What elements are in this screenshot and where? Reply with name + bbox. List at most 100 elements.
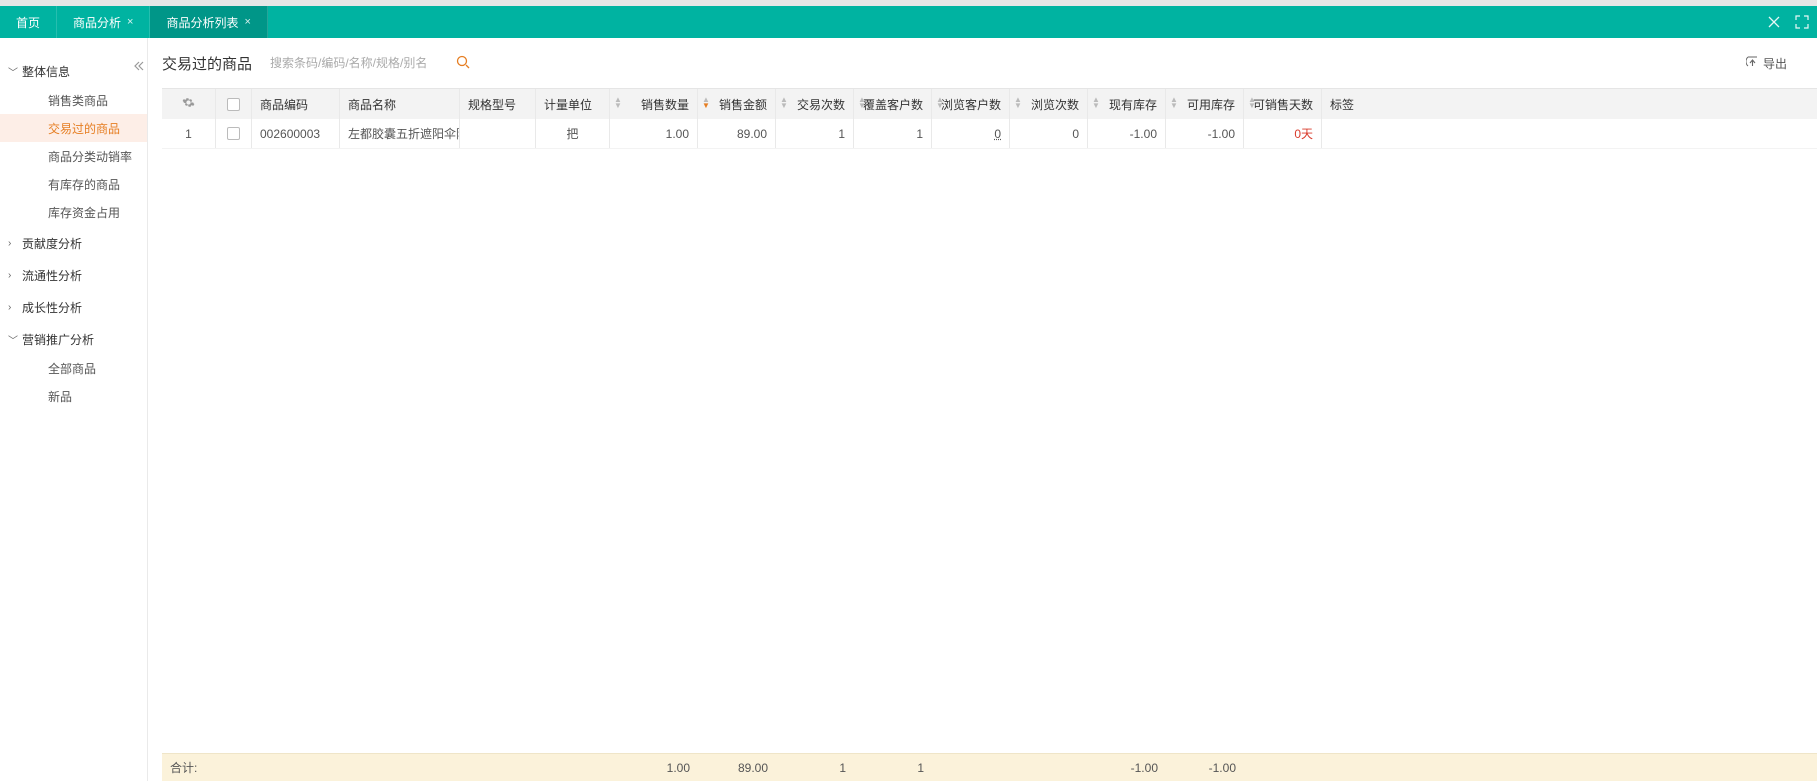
column-header-checkbox[interactable] bbox=[216, 89, 252, 119]
cell-available-stock: -1.00 bbox=[1166, 119, 1244, 148]
sidebar-group-contribution[interactable]: › 贡献度分析 bbox=[0, 228, 147, 258]
sidebar-group-label: 整体信息 bbox=[22, 63, 70, 80]
content-area: 交易过的商品 导出 bbox=[148, 38, 1817, 781]
totals-browse-count bbox=[1010, 754, 1088, 781]
sort-icon: ▲▼ bbox=[780, 98, 788, 110]
cell-stock: -1.00 bbox=[1088, 119, 1166, 148]
sidebar-item-inventory-capital[interactable]: 库存资金占用 bbox=[0, 198, 147, 226]
column-header-code[interactable]: 商品编码 bbox=[252, 89, 340, 119]
column-header-tag[interactable]: 标签 bbox=[1322, 89, 1817, 119]
totals-row: 合计: 1.00 89.00 1 1 -1.00 -1.00 bbox=[162, 753, 1817, 781]
sort-icon: ▲▼ bbox=[614, 98, 622, 110]
close-all-tabs-icon[interactable] bbox=[1765, 13, 1783, 31]
column-header-spec[interactable]: 规格型号 bbox=[460, 89, 536, 119]
sidebar-group-overview[interactable]: ﹀ 整体信息 bbox=[0, 56, 147, 86]
cell-tag bbox=[1322, 119, 1817, 148]
gear-icon bbox=[182, 96, 195, 112]
cell-browse-customers: 0 bbox=[932, 119, 1010, 148]
sidebar-group-marketing[interactable]: ﹀ 营销推广分析 bbox=[0, 324, 147, 354]
sidebar: ﹀ 整体信息 销售类商品 交易过的商品 商品分类动销率 有库存的商品 库存资金占… bbox=[0, 38, 148, 781]
page-title: 交易过的商品 bbox=[162, 53, 252, 74]
sidebar-group-label: 流通性分析 bbox=[22, 267, 82, 284]
column-header-sale-days[interactable]: ▲▼ 可销售天数 bbox=[1244, 89, 1322, 119]
main-layout: ﹀ 整体信息 销售类商品 交易过的商品 商品分类动销率 有库存的商品 库存资金占… bbox=[0, 38, 1817, 781]
totals-sale-days bbox=[1244, 754, 1322, 781]
tab-label: 首页 bbox=[16, 14, 40, 31]
sidebar-item-all-products[interactable]: 全部商品 bbox=[0, 354, 147, 382]
content-header: 交易过的商品 导出 bbox=[162, 38, 1817, 88]
column-header-name[interactable]: 商品名称 bbox=[340, 89, 460, 119]
close-icon[interactable]: × bbox=[127, 16, 133, 28]
sort-icon: ▲▼ bbox=[1092, 98, 1100, 110]
totals-available-stock: -1.00 bbox=[1166, 754, 1244, 781]
sidebar-group-liquidity[interactable]: › 流通性分析 bbox=[0, 260, 147, 290]
column-header-stock[interactable]: ▲▼ 现有库存 bbox=[1088, 89, 1166, 119]
tab-product-analysis[interactable]: 商品分析 × bbox=[57, 6, 150, 38]
sort-icon: ▲▼ bbox=[1170, 98, 1178, 110]
column-header-sales-amount[interactable]: ▲▼ 销售金额 bbox=[698, 89, 776, 119]
close-icon[interactable]: × bbox=[244, 16, 250, 28]
column-header-browse-count[interactable]: ▲▼ 浏览次数 bbox=[1010, 89, 1088, 119]
sort-icon: ▲▼ bbox=[936, 98, 944, 110]
sidebar-group-label: 营销推广分析 bbox=[22, 331, 94, 348]
search-input[interactable] bbox=[270, 56, 450, 70]
totals-sales-amount: 89.00 bbox=[698, 754, 776, 781]
totals-customers: 1 bbox=[854, 754, 932, 781]
cell-customers: 1 bbox=[854, 119, 932, 148]
checkbox-icon bbox=[227, 98, 240, 111]
column-header-transactions[interactable]: ▲▼ 交易次数 bbox=[776, 89, 854, 119]
sidebar-group-growth[interactable]: › 成长性分析 bbox=[0, 292, 147, 322]
totals-stock: -1.00 bbox=[1088, 754, 1166, 781]
export-label: 导出 bbox=[1763, 55, 1787, 72]
export-button[interactable]: 导出 bbox=[1746, 55, 1787, 72]
chevron-down-icon: ﹀ bbox=[8, 332, 18, 347]
table-row[interactable]: 1 002600003 左都胶囊五折遮阳伞防晒伞 把 1.00 89.00 1 … bbox=[162, 119, 1817, 149]
cell-sales-qty: 1.00 bbox=[610, 119, 698, 148]
column-header-browse-customers[interactable]: ▲▼ 浏览客户数 bbox=[932, 89, 1010, 119]
chevron-down-icon: ﹀ bbox=[8, 64, 18, 79]
cell-code: 002600003 bbox=[252, 119, 340, 148]
search-wrap bbox=[270, 55, 470, 72]
totals-browse-customers bbox=[932, 754, 1010, 781]
sort-icon: ▲▼ bbox=[858, 98, 866, 110]
sort-icon: ▲▼ bbox=[1014, 98, 1022, 110]
sort-icon: ▲▼ bbox=[1248, 98, 1256, 110]
table-header: 商品编码 商品名称 规格型号 计量单位 ▲▼ 销售数量 ▲▼ 销售金额 ▲▼ 交… bbox=[162, 89, 1817, 119]
sidebar-item-in-stock-products[interactable]: 有库存的商品 bbox=[0, 170, 147, 198]
column-header-available-stock[interactable]: ▲▼ 可用库存 bbox=[1166, 89, 1244, 119]
column-header-sales-qty[interactable]: ▲▼ 销售数量 bbox=[610, 89, 698, 119]
row-index: 1 bbox=[162, 119, 216, 148]
search-icon[interactable] bbox=[456, 55, 470, 72]
data-grid: 商品编码 商品名称 规格型号 计量单位 ▲▼ 销售数量 ▲▼ 销售金额 ▲▼ 交… bbox=[162, 88, 1817, 149]
checkbox-icon bbox=[227, 127, 240, 140]
tab-label: 商品分析列表 bbox=[166, 14, 238, 31]
table-wrap: 商品编码 商品名称 规格型号 计量单位 ▲▼ 销售数量 ▲▼ 销售金额 ▲▼ 交… bbox=[162, 88, 1817, 781]
sidebar-item-new-products[interactable]: 新品 bbox=[0, 382, 147, 410]
export-icon bbox=[1746, 55, 1759, 71]
cell-sales-amount: 89.00 bbox=[698, 119, 776, 148]
totals-transactions: 1 bbox=[776, 754, 854, 781]
tab-product-analysis-list[interactable]: 商品分析列表 × bbox=[150, 6, 267, 38]
sort-desc-icon: ▲▼ bbox=[702, 98, 710, 110]
column-header-settings[interactable] bbox=[162, 89, 216, 119]
tab-home[interactable]: 首页 bbox=[0, 6, 57, 38]
column-header-customers[interactable]: ▲▼ 覆盖客户数 bbox=[854, 89, 932, 119]
totals-label: 合计: bbox=[162, 754, 216, 781]
cell-spec bbox=[460, 119, 536, 148]
tab-bar: 首页 商品分析 × 商品分析列表 × bbox=[0, 6, 1817, 38]
cell-browse-count: 0 bbox=[1010, 119, 1088, 148]
sidebar-group-label: 成长性分析 bbox=[22, 299, 82, 316]
sidebar-item-traded-products[interactable]: 交易过的商品 bbox=[0, 114, 147, 142]
sidebar-item-sales-products[interactable]: 销售类商品 bbox=[0, 86, 147, 114]
column-header-unit[interactable]: 计量单位 bbox=[536, 89, 610, 119]
row-checkbox[interactable] bbox=[216, 119, 252, 148]
totals-sales-qty: 1.00 bbox=[610, 754, 698, 781]
sidebar-group-label: 贡献度分析 bbox=[22, 235, 82, 252]
tab-label: 商品分析 bbox=[73, 14, 121, 31]
sidebar-item-category-turnover[interactable]: 商品分类动销率 bbox=[0, 142, 147, 170]
cell-unit: 把 bbox=[536, 119, 610, 148]
chevron-right-icon: › bbox=[8, 270, 11, 281]
fullscreen-icon[interactable] bbox=[1793, 13, 1811, 31]
chevron-right-icon: › bbox=[8, 302, 11, 313]
cell-name: 左都胶囊五折遮阳伞防晒伞 bbox=[340, 119, 460, 148]
